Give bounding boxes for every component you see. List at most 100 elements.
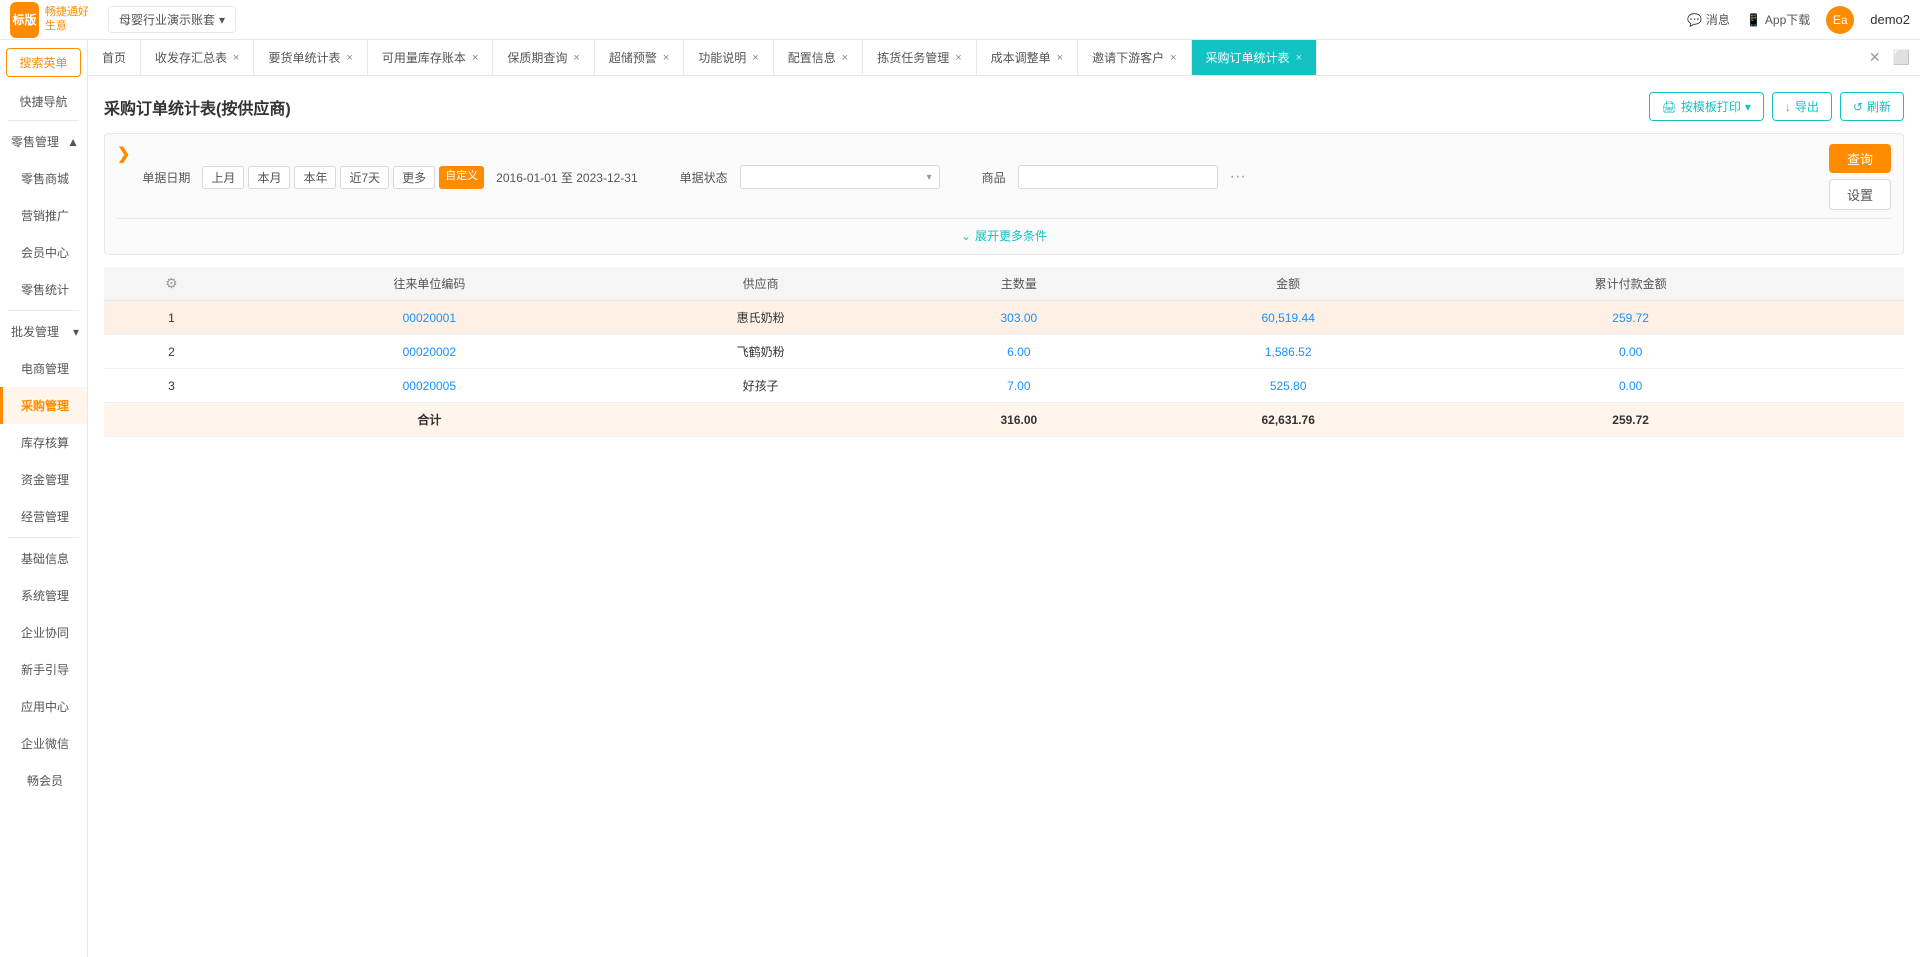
- tab-pick-task[interactable]: 拣货任务管理 ×: [863, 40, 976, 76]
- goods-more-icon[interactable]: ···: [1230, 168, 1246, 186]
- qty-link[interactable]: 7.00: [1007, 379, 1030, 393]
- table-settings-icon[interactable]: ⚙: [165, 275, 178, 291]
- cell-index: 2: [104, 335, 239, 369]
- sidebar-divider-2: [8, 310, 79, 311]
- filter-row-1: 单据日期 上月 本月 本年 近7天 更多 自定义: [142, 144, 1891, 210]
- filter-btn-this-year[interactable]: 本年: [294, 166, 336, 189]
- code-link[interactable]: 00020002: [403, 345, 456, 359]
- tab-available-stock-close[interactable]: ×: [472, 52, 478, 64]
- tab-purchase-stats-close[interactable]: ×: [1296, 52, 1302, 64]
- tab-goods-stats-close[interactable]: ×: [346, 52, 352, 64]
- code-link[interactable]: 00020005: [403, 379, 456, 393]
- amount-link[interactable]: 60,519.44: [1261, 311, 1314, 325]
- paid-link[interactable]: 0.00: [1619, 379, 1642, 393]
- total-supplier-empty: [620, 403, 902, 437]
- avatar-text: Ea: [1833, 13, 1848, 27]
- avatar[interactable]: Ea: [1826, 6, 1854, 34]
- tab-config-info-close[interactable]: ×: [842, 52, 848, 64]
- sidebar-item-corp-wechat[interactable]: 企业微信: [0, 725, 87, 762]
- tab-function-desc-close[interactable]: ×: [752, 52, 758, 64]
- tab-invite-downstream-label: 邀请下游客户: [1092, 49, 1164, 66]
- tab-receive-send[interactable]: 收发存汇总表 ×: [141, 40, 254, 76]
- qty-link[interactable]: 303.00: [1000, 311, 1037, 325]
- workspace-name: 母婴行业演示账套: [119, 11, 215, 28]
- paid-link[interactable]: 0.00: [1619, 345, 1642, 359]
- print-btn[interactable]: 🖨 按模板打印 ▾: [1649, 92, 1764, 121]
- tab-warranty-close[interactable]: ×: [573, 52, 579, 64]
- sidebar-item-purchase[interactable]: 采购管理: [0, 387, 87, 424]
- paid-link[interactable]: 259.72: [1612, 311, 1649, 325]
- sidebar-item-finance[interactable]: 资金管理: [0, 461, 87, 498]
- sidebar-item-newbie[interactable]: 新手引导: [0, 651, 87, 688]
- filter-btn-more[interactable]: 更多: [393, 166, 435, 189]
- tab-receive-send-close[interactable]: ×: [233, 52, 239, 64]
- filter-date-range: 2016-01-01 至 2023-12-31: [496, 169, 637, 186]
- tab-pick-task-close[interactable]: ×: [955, 52, 961, 64]
- query-action-area: 查询 设置: [1829, 144, 1891, 210]
- tab-warranty[interactable]: 保质期查询 ×: [493, 40, 594, 76]
- query-btn[interactable]: 查询: [1829, 144, 1891, 173]
- app-download-btn[interactable]: 📱 App下载: [1746, 11, 1810, 28]
- tab-close-action-btn[interactable]: ✕: [1865, 47, 1885, 68]
- expand-conditions-btn[interactable]: ⌄ 展开更多条件: [961, 227, 1047, 244]
- message-btn[interactable]: 💬 消息: [1687, 11, 1730, 28]
- sidebar-item-operations[interactable]: 经营管理: [0, 498, 87, 535]
- code-link[interactable]: 00020001: [403, 311, 456, 325]
- status-select[interactable]: [740, 165, 940, 189]
- page-header: 采购订单统计表(按供应商) 🖨 按模板打印 ▾ ↓ 导出 ↺: [104, 92, 1904, 121]
- qty-link[interactable]: 6.00: [1007, 345, 1030, 359]
- sidebar-item-corp[interactable]: 企业协同: [0, 614, 87, 651]
- quick-nav-label: 快捷导航: [19, 93, 67, 110]
- export-btn[interactable]: ↓ 导出: [1772, 92, 1832, 121]
- sidebar-item-inventory[interactable]: 库存核算: [0, 424, 87, 461]
- tab-function-desc-label: 功能说明: [698, 49, 746, 66]
- sidebar-item-retail-shop[interactable]: 零售商城: [0, 160, 87, 197]
- goods-filter-input[interactable]: [1018, 165, 1218, 189]
- sidebar-item-app-center[interactable]: 应用中心: [0, 688, 87, 725]
- tab-maximize-btn[interactable]: ⬜: [1889, 47, 1914, 68]
- cell-empty: [1821, 301, 1904, 335]
- amount-link[interactable]: 525.80: [1270, 379, 1307, 393]
- tab-available-stock[interactable]: 可用量库存账本 ×: [368, 40, 493, 76]
- settings-btn[interactable]: 设置: [1829, 179, 1891, 210]
- tab-home[interactable]: 首页: [88, 40, 141, 76]
- sidebar-item-marketing[interactable]: 营销推广: [0, 197, 87, 234]
- sidebar-item-member[interactable]: 会员中心: [0, 234, 87, 271]
- tab-invite-downstream[interactable]: 邀请下游客户 ×: [1078, 40, 1191, 76]
- quick-nav-btn[interactable]: 快捷导航: [0, 85, 87, 118]
- cell-empty: [1821, 369, 1904, 403]
- tab-purchase-stats[interactable]: 采购订单统计表 ×: [1192, 40, 1317, 76]
- sidebar-item-vip[interactable]: 畅会员: [0, 762, 87, 799]
- sidebar-item-ecommerce[interactable]: 电商管理: [0, 350, 87, 387]
- total-paid: 259.72: [1440, 403, 1821, 437]
- sidebar-item-basic[interactable]: 基础信息: [0, 540, 87, 577]
- tab-cost-adjust[interactable]: 成本调整单 ×: [977, 40, 1078, 76]
- table-wrapper: ⚙ 往来单位编码 供应商 主数量 金额 累计付款金额 1 00020001: [104, 267, 1904, 437]
- workspace-selector[interactable]: 母婴行业演示账套 ▾: [108, 6, 236, 33]
- sidebar-item-retail[interactable]: 零售管理 ▲: [0, 123, 87, 160]
- tab-function-desc[interactable]: 功能说明 ×: [684, 40, 773, 76]
- print-icon: 🖨: [1662, 100, 1677, 114]
- message-label: 消息: [1706, 11, 1730, 28]
- filter-btn-last-month[interactable]: 上月: [202, 166, 244, 189]
- tab-goods-stats[interactable]: 要货单统计表 ×: [254, 40, 367, 76]
- cell-code: 00020001: [239, 301, 620, 335]
- tab-invite-downstream-close[interactable]: ×: [1170, 52, 1176, 64]
- sidebar-item-system[interactable]: 系统管理: [0, 577, 87, 614]
- tab-pick-task-label: 拣货任务管理: [877, 49, 949, 66]
- tab-overstock-close[interactable]: ×: [663, 52, 669, 64]
- tab-cost-adjust-close[interactable]: ×: [1057, 52, 1063, 64]
- refresh-btn[interactable]: ↺ 刷新: [1840, 92, 1904, 121]
- tab-config-info[interactable]: 配置信息 ×: [774, 40, 863, 76]
- filter-btn-this-month[interactable]: 本月: [248, 166, 290, 189]
- search-menu-btn[interactable]: 搜索英单: [6, 48, 81, 77]
- filter-toggle-btn[interactable]: ❯: [117, 144, 130, 164]
- amount-link[interactable]: 1,586.52: [1265, 345, 1312, 359]
- tab-overstock[interactable]: 超储预警 ×: [595, 40, 684, 76]
- tab-bar: 首页 收发存汇总表 × 要货单统计表 × 可用量库存账本 × 保质期查询 × 超…: [88, 40, 1920, 76]
- sidebar-item-batch[interactable]: 批发管理 ▾: [0, 313, 87, 350]
- cell-amount: 60,519.44: [1136, 301, 1440, 335]
- sidebar-item-retail-stats[interactable]: 零售统计: [0, 271, 87, 308]
- top-bar: 标版 畅捷通好生意 母婴行业演示账套 ▾ 💬 消息 📱 App下载 Ea dem…: [0, 0, 1920, 40]
- filter-btn-7days[interactable]: 近7天: [340, 166, 389, 189]
